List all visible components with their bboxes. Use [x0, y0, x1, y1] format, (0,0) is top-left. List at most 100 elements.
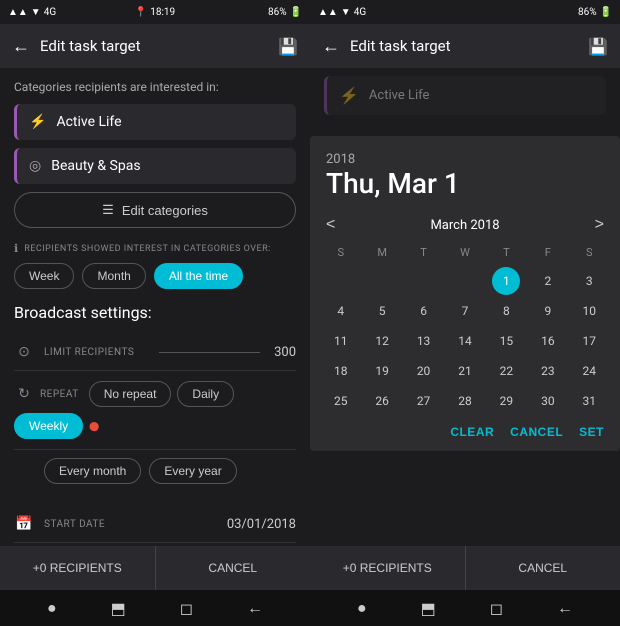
cal-day-10[interactable]: 10 — [575, 297, 603, 325]
cal-day-13[interactable]: 13 — [410, 327, 438, 355]
pill-every-year[interactable]: Every year — [149, 458, 236, 484]
calendar-clear-button[interactable]: CLEAR — [450, 425, 494, 439]
limit-icon: ⊙ — [14, 344, 34, 360]
nav-back-icon[interactable]: ← — [247, 598, 263, 618]
location-icon: 📍 — [135, 7, 147, 18]
save-button-right[interactable]: 💾 — [588, 37, 608, 56]
cal-day-16[interactable]: 16 — [534, 327, 562, 355]
cal-day-20[interactable]: 20 — [410, 357, 438, 385]
cal-day-17[interactable]: 17 — [575, 327, 603, 355]
cal-day-27[interactable]: 27 — [410, 387, 438, 415]
calendar-actions: CLEAR CANCEL SET — [310, 417, 620, 443]
nav-dot-icon: ● — [47, 598, 57, 618]
battery-left: 86% — [268, 7, 287, 18]
bottom-bar-left: +0 RECIPIENTS CANCEL — [0, 546, 310, 590]
edit-categories-button[interactable]: ☰ Edit categories — [14, 192, 296, 228]
page-title-right: Edit task target — [350, 37, 578, 55]
category-item-active-life[interactable]: ⚡ Active Life — [14, 104, 296, 140]
cal-day-21[interactable]: 21 — [451, 357, 479, 385]
start-date-label: START DATE — [44, 519, 105, 530]
content-left: Categories recipients are interested in:… — [0, 68, 310, 546]
cal-day-26[interactable]: 26 — [368, 387, 396, 415]
pill-every-month[interactable]: Every month — [44, 458, 141, 484]
cal-day-4[interactable]: 4 — [327, 297, 355, 325]
cal-day-8[interactable]: 8 — [492, 297, 520, 325]
start-date-row: 📅 START DATE 03/01/2018 — [14, 506, 296, 543]
calendar-cancel-button[interactable]: CANCEL — [510, 425, 563, 439]
pill-daily[interactable]: Daily — [177, 381, 234, 407]
cal-day-22[interactable]: 22 — [492, 357, 520, 385]
category-item-beauty-spas[interactable]: ◎ Beauty & Spas — [14, 148, 296, 184]
top-bar-right: ← Edit task target 💾 — [310, 24, 620, 68]
cal-day-9[interactable]: 9 — [534, 297, 562, 325]
dow-s1: S — [320, 242, 361, 263]
nav-back-icon-right[interactable]: ← — [557, 598, 573, 618]
calendar-set-button[interactable]: SET — [579, 425, 604, 439]
cal-day-empty-4 — [451, 267, 479, 295]
repeat-label: REPEAT — [40, 389, 79, 400]
nav-home-icon: ◻ — [180, 599, 193, 618]
calendar-week-5: 25 26 27 28 29 30 31 — [320, 387, 610, 415]
broadcast-title: Broadcast settings: — [14, 303, 296, 322]
cal-day-15[interactable]: 15 — [492, 327, 520, 355]
calendar-prev-button[interactable]: < — [326, 216, 335, 234]
pill-no-repeat[interactable]: No repeat — [89, 381, 172, 407]
edit-categories-list-icon: ☰ — [102, 202, 114, 218]
dow-s2: S — [569, 242, 610, 263]
calendar-week-1: 1 2 3 — [320, 267, 610, 295]
calendar-month-title: March 2018 — [430, 218, 499, 233]
cal-day-25[interactable]: 25 — [327, 387, 355, 415]
cancel-button-right[interactable]: CANCEL — [466, 546, 620, 590]
battery-right: 86% — [578, 7, 597, 18]
limit-label: LIMIT RECIPIENTS — [44, 347, 145, 358]
pill-week[interactable]: Week — [14, 263, 74, 289]
pill-month[interactable]: Month — [82, 263, 145, 289]
cal-day-5[interactable]: 5 — [368, 297, 396, 325]
status-bar-right: ▲▲ ▼ 4G 📍 18:18 86% 🔋 — [310, 0, 620, 24]
cal-day-empty-2 — [368, 267, 396, 295]
pill-weekly[interactable]: Weekly — [14, 413, 83, 439]
cal-day-24[interactable]: 24 — [575, 357, 603, 385]
cal-day-12[interactable]: 12 — [368, 327, 396, 355]
beauty-spas-icon: ◎ — [29, 158, 41, 174]
dow-w: W — [444, 242, 485, 263]
network-icon: ▲▲ — [8, 7, 28, 18]
battery-icon-left: 🔋 — [290, 7, 302, 18]
calendar-next-button[interactable]: > — [595, 216, 604, 234]
cal-day-18[interactable]: 18 — [327, 357, 355, 385]
cal-day-19[interactable]: 19 — [368, 357, 396, 385]
cal-day-31[interactable]: 31 — [575, 387, 603, 415]
nav-recent-icon: ⬒ — [111, 599, 126, 618]
cal-day-empty-1 — [327, 267, 355, 295]
calendar-overlay: 2018 Thu, Mar 1 < March 2018 > S M T W T… — [310, 136, 620, 451]
cal-day-6[interactable]: 6 — [410, 297, 438, 325]
calendar-week-3: 11 12 13 14 15 16 17 — [320, 327, 610, 355]
nav-recent-icon-right: ⬒ — [421, 599, 436, 618]
signal-label-right: 4G — [354, 7, 366, 18]
cal-day-14[interactable]: 14 — [451, 327, 479, 355]
cal-day-23[interactable]: 23 — [534, 357, 562, 385]
recipients-button-right[interactable]: +0 RECIPIENTS — [310, 546, 466, 590]
recipients-button-left[interactable]: +0 RECIPIENTS — [0, 546, 156, 590]
cal-day-11[interactable]: 11 — [327, 327, 355, 355]
repeat-record-icon[interactable]: ⏺ — [89, 414, 99, 438]
wifi-icon-right: ▼ — [341, 7, 351, 18]
cal-day-29[interactable]: 29 — [492, 387, 520, 415]
repeat-row: ↻ REPEAT No repeat Daily Weekly ⏺ — [14, 371, 296, 450]
cancel-button-left[interactable]: CANCEL — [156, 546, 311, 590]
pill-all-time[interactable]: All the time — [154, 263, 243, 289]
cal-day-3[interactable]: 3 — [575, 267, 603, 295]
cal-day-28[interactable]: 28 — [451, 387, 479, 415]
edit-categories-label: Edit categories — [122, 203, 208, 218]
back-button-right[interactable]: ← — [322, 36, 340, 57]
dow-f: F — [527, 242, 568, 263]
save-button-left[interactable]: 💾 — [278, 37, 298, 56]
cal-day-2[interactable]: 2 — [534, 267, 562, 295]
cal-day-30[interactable]: 30 — [534, 387, 562, 415]
cal-day-1[interactable]: 1 — [492, 267, 520, 295]
time-left: 18:19 — [150, 7, 175, 18]
active-life-icon: ⚡ — [29, 114, 46, 130]
cal-day-7[interactable]: 7 — [451, 297, 479, 325]
back-button-left[interactable]: ← — [12, 36, 30, 57]
calendar-header: 2018 Thu, Mar 1 — [310, 136, 620, 208]
